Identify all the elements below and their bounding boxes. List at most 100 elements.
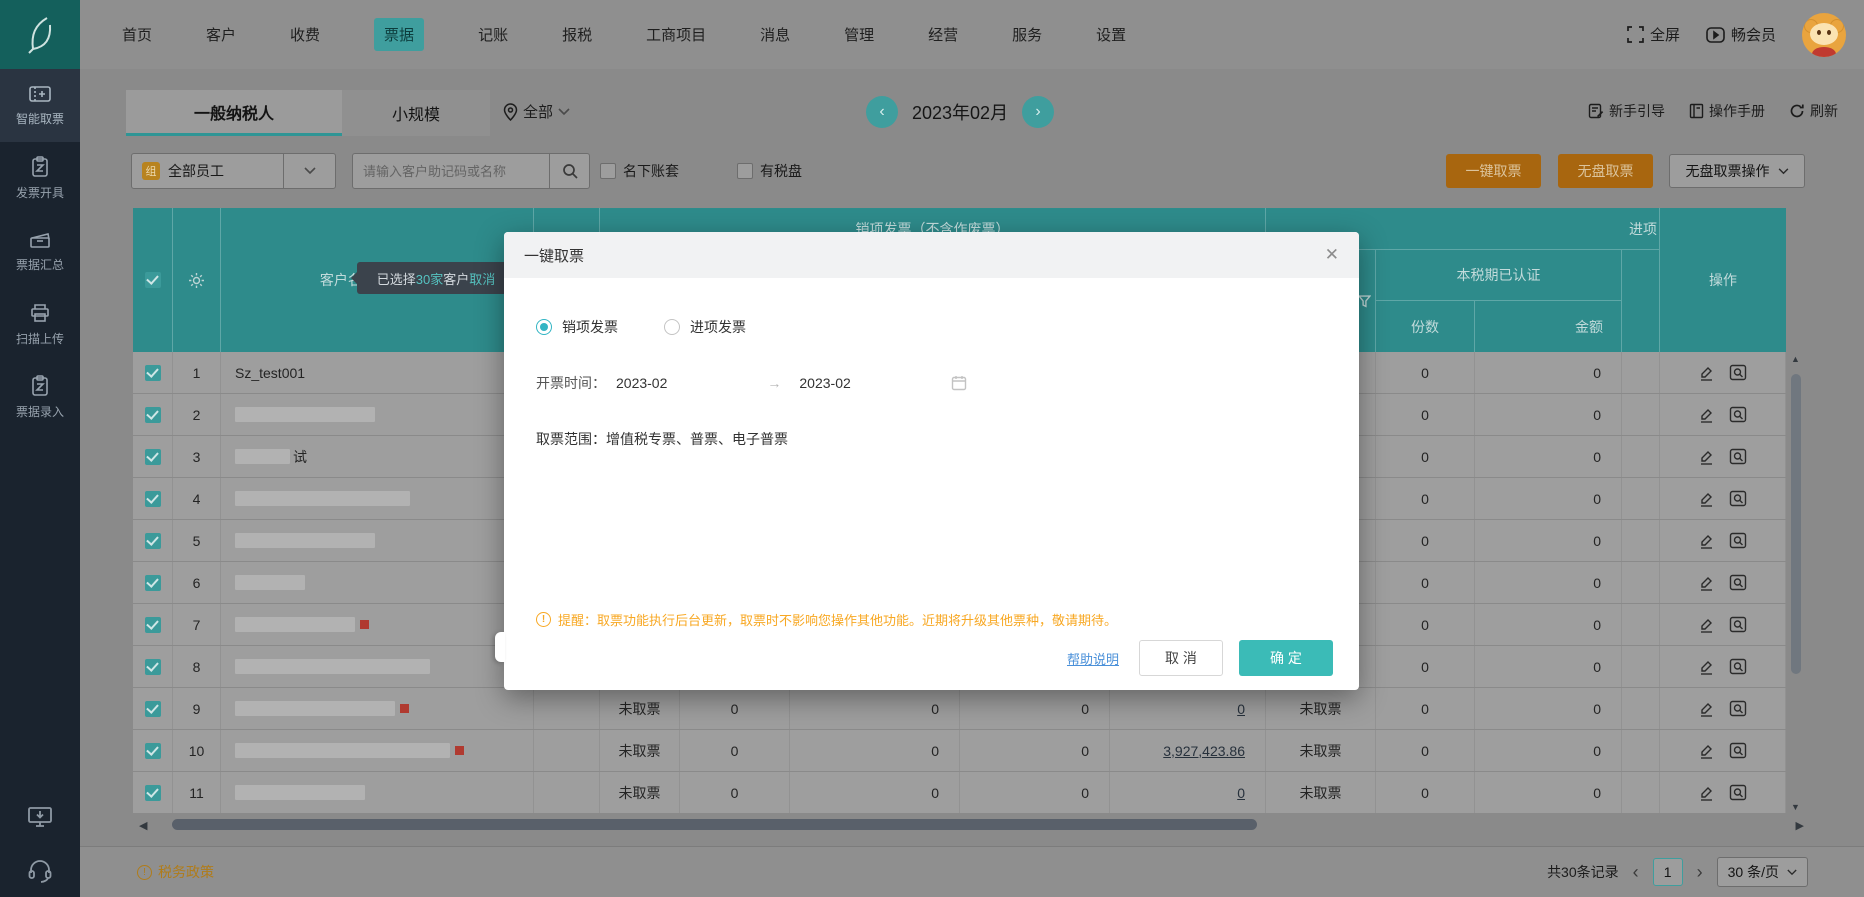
- view-invoice-button[interactable]: [1729, 364, 1747, 381]
- edit-button[interactable]: [1698, 490, 1715, 507]
- nav-item-经营[interactable]: 经营: [928, 18, 958, 51]
- view-invoice-button[interactable]: [1729, 448, 1747, 465]
- row-checkbox[interactable]: [144, 616, 161, 633]
- search-button[interactable]: [549, 154, 589, 188]
- manual-button[interactable]: 操作手册: [1689, 101, 1765, 121]
- confirm-button[interactable]: 确 定: [1239, 640, 1333, 676]
- avatar[interactable]: [1802, 12, 1846, 57]
- view-invoice-button[interactable]: [1729, 574, 1747, 591]
- row-checkbox[interactable]: [144, 532, 161, 549]
- row-checkbox[interactable]: [144, 742, 161, 759]
- sidebar-item-票据录入[interactable]: 票据录入: [0, 361, 80, 434]
- calendar-icon[interactable]: [951, 375, 967, 391]
- sidebar-support-button[interactable]: [0, 858, 80, 884]
- nav-item-报税[interactable]: 报税: [562, 18, 592, 51]
- vertical-scrollbar-thumb[interactable]: [1791, 374, 1801, 674]
- member-button[interactable]: 畅会员: [1706, 24, 1776, 45]
- checkbox-has-tax-disk[interactable]: 有税盘: [737, 161, 802, 181]
- tax-policy-link[interactable]: ! 税务政策: [137, 862, 214, 882]
- row-checkbox[interactable]: [144, 784, 161, 801]
- modal-drag-handle[interactable]: [495, 632, 505, 662]
- edit-button[interactable]: [1698, 658, 1715, 675]
- nav-item-记账[interactable]: 记账: [478, 18, 508, 51]
- nav-item-工商项目[interactable]: 工商项目: [646, 18, 706, 51]
- filter-funnel-icon[interactable]: [1358, 294, 1371, 308]
- row-checkbox[interactable]: [144, 448, 161, 465]
- scroll-right-arrow[interactable]: ▶: [1796, 819, 1804, 832]
- next-page-button[interactable]: ›: [1697, 862, 1703, 883]
- app-logo[interactable]: [0, 0, 80, 69]
- nav-item-首页[interactable]: 首页: [122, 18, 152, 51]
- nav-item-服务[interactable]: 服务: [1012, 18, 1042, 51]
- scroll-left-arrow[interactable]: ◀: [139, 819, 147, 832]
- row-checkbox[interactable]: [144, 658, 161, 675]
- fullscreen-button[interactable]: 全屏: [1627, 24, 1680, 45]
- horizontal-scrollbar[interactable]: ◀ ▶: [133, 818, 1810, 832]
- view-invoice-button[interactable]: [1729, 490, 1747, 507]
- view-invoice-button[interactable]: [1729, 784, 1747, 801]
- edit-button[interactable]: [1698, 742, 1715, 759]
- page-size-selector[interactable]: 30 条/页: [1716, 857, 1808, 887]
- view-invoice-button[interactable]: [1729, 616, 1747, 633]
- prev-month-button[interactable]: ‹: [866, 96, 898, 128]
- sale-amount-link[interactable]: 0: [1237, 785, 1245, 801]
- view-invoice-button[interactable]: [1729, 406, 1747, 423]
- sidebar-item-智能取票[interactable]: 智能取票: [0, 69, 80, 142]
- tooltip-cancel-link[interactable]: 取消: [469, 269, 495, 288]
- view-invoice-button[interactable]: [1729, 700, 1747, 717]
- edit-button[interactable]: [1698, 700, 1715, 717]
- edit-button[interactable]: [1698, 406, 1715, 423]
- vertical-scrollbar[interactable]: ▲ ▼: [1790, 352, 1802, 814]
- scroll-up-arrow[interactable]: ▲: [1791, 354, 1800, 364]
- row-checkbox[interactable]: [144, 574, 161, 591]
- horizontal-scrollbar-thumb[interactable]: [172, 819, 1257, 830]
- radio-sales-invoice[interactable]: [536, 319, 552, 335]
- edit-button[interactable]: [1698, 616, 1715, 633]
- column-settings[interactable]: [173, 208, 221, 352]
- prev-page-button[interactable]: ‹: [1633, 862, 1639, 883]
- sidebar-download-button[interactable]: [0, 806, 80, 830]
- sidebar-item-票据汇总[interactable]: 票据汇总: [0, 215, 80, 288]
- nav-item-管理[interactable]: 管理: [844, 18, 874, 51]
- view-invoice-button[interactable]: [1729, 532, 1747, 549]
- row-checkbox[interactable]: [144, 364, 161, 381]
- diskless-fetch-button[interactable]: 无盘取票: [1558, 154, 1653, 188]
- region-selector[interactable]: 全部: [503, 101, 570, 122]
- row-checkbox[interactable]: [144, 406, 161, 423]
- close-icon[interactable]: ✕: [1325, 245, 1339, 265]
- edit-button[interactable]: [1698, 574, 1715, 591]
- tab-small-scale[interactable]: 小规模: [342, 90, 490, 136]
- radio-purchase-invoice[interactable]: [664, 319, 680, 335]
- tab-general-taxpayer[interactable]: 一般纳税人: [126, 90, 342, 136]
- cancel-button[interactable]: 取 消: [1139, 640, 1223, 676]
- row-checkbox[interactable]: [144, 700, 161, 717]
- nav-item-设置[interactable]: 设置: [1096, 18, 1126, 51]
- edit-button[interactable]: [1698, 448, 1715, 465]
- nav-item-收费[interactable]: 收费: [290, 18, 320, 51]
- edit-button[interactable]: [1698, 532, 1715, 549]
- view-invoice-button[interactable]: [1729, 742, 1747, 759]
- date-from-input[interactable]: 2023-02: [616, 375, 667, 391]
- sidebar-item-扫描上传[interactable]: 扫描上传: [0, 288, 80, 361]
- select-all-checkbox[interactable]: [144, 272, 161, 288]
- search-input[interactable]: [353, 163, 549, 179]
- sidebar-item-发票开具[interactable]: 发票开具: [0, 142, 80, 215]
- view-invoice-button[interactable]: [1729, 658, 1747, 675]
- edit-button[interactable]: [1698, 784, 1715, 801]
- nav-item-消息[interactable]: 消息: [760, 18, 790, 51]
- nav-item-票据[interactable]: 票据: [374, 18, 425, 51]
- checkbox-own-accounts[interactable]: 名下账套: [600, 161, 679, 181]
- newbie-guide-button[interactable]: 新手引导: [1588, 101, 1665, 121]
- nav-item-客户[interactable]: 客户: [206, 18, 236, 51]
- staff-filter-dropdown[interactable]: 组 全部员工: [131, 153, 336, 189]
- refresh-button[interactable]: 刷新: [1789, 101, 1838, 121]
- one-click-fetch-button[interactable]: 一键取票: [1446, 154, 1541, 188]
- scroll-down-arrow[interactable]: ▼: [1791, 802, 1800, 812]
- date-to-input[interactable]: 2023-02: [799, 375, 850, 391]
- sale-amount-link[interactable]: 0: [1237, 701, 1245, 717]
- row-checkbox[interactable]: [144, 490, 161, 507]
- edit-button[interactable]: [1698, 364, 1715, 381]
- help-link[interactable]: 帮助说明: [1067, 649, 1119, 668]
- diskless-ops-dropdown[interactable]: 无盘取票操作: [1669, 154, 1805, 188]
- sale-amount-link[interactable]: 3,927,423.86: [1163, 743, 1245, 759]
